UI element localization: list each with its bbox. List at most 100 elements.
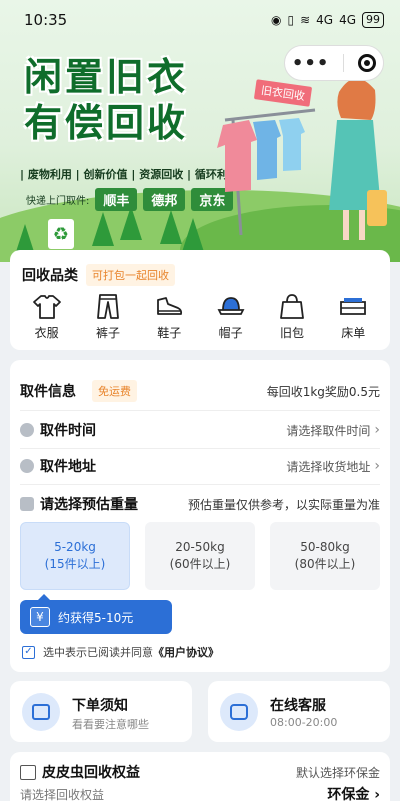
pickup-time-value: 请选择取件时间 [286,423,371,438]
benefits-value[interactable]: 环保金 › [327,784,380,801]
category-label: 旧包 [279,326,304,340]
weight-count: (80件以上) [294,557,356,571]
eye-icon: ◉ [270,13,282,27]
weight-count: (60件以上) [169,557,231,571]
wifi-icon: ≋ [300,13,311,27]
user-agreement-link[interactable]: 《用户协议》 [153,646,219,659]
gift-icon [20,764,36,780]
category-label: 衣服 [34,326,59,340]
weight-range: 50-80kg [300,540,350,554]
hero-title-line2: 有偿回收 [24,100,189,145]
scale-icon [20,497,34,511]
hero-title: 闲置旧衣 有偿回收 [24,54,188,146]
category-label: 床单 [341,326,366,340]
status-bar: 10:35 ◉ ▯ ≋ 4G 4G 99 [0,0,400,40]
agreement-text: 选中表示已阅读并同意《用户协议》 [43,644,219,660]
status-icons: ◉ ▯ ≋ 4G 4G 99 [271,12,384,28]
tree [160,210,182,244]
reward-rule: 每回收1kg奖励0.5元 [266,384,380,399]
category-list: 衣服 裤子 鞋子 帽子 旧包 床单 [10,292,390,341]
weight-header: 请选择预估重量 预估重量仅供参考，以实际重量为准 [20,494,380,514]
bed-icon [340,298,367,315]
order-notice-card[interactable]: 下单须知 看看要注意哪些 [10,681,192,742]
category-tag: 可打包一起回收 [86,264,175,286]
category-item-bags[interactable]: 旧包 [264,292,320,341]
estimate-tooltip: ¥ 约获得5-10元 [20,594,172,634]
weight-label: 请选择预估重量 [40,497,138,513]
benefits-value-text: 环保金 [327,787,370,801]
category-label: 帽子 [218,326,243,340]
courier-chip: 德邦 [143,188,186,211]
courier-row: 快递上门取件: 顺丰 德邦 京东 [26,188,234,211]
clock-icon [20,423,34,437]
divider [20,448,380,449]
tree [92,212,114,246]
category-label: 裤子 [95,326,120,340]
benefits-header: 皮皮虫回收权益 [20,762,140,782]
agreement-checkbox[interactable]: ✓ [22,645,35,659]
pickup-card: 取件信息 免运费 每回收1kg奖励0.5元 取件时间 请选择取件时间 › 取件地… [10,360,390,672]
divider [20,410,380,411]
category-item-pants[interactable]: 裤子 [80,292,136,341]
chat-icon [220,693,258,731]
category-title: 回收品类 [22,268,78,284]
signal-icon: 4G [339,13,356,27]
pickup-address-value: 请选择收货地址 [286,459,371,474]
close-target-icon[interactable] [358,54,377,72]
pickup-address-row[interactable]: 取件地址 请选择收货地址 › [20,456,380,476]
benefits-default: 默认选择环保金 [295,766,380,780]
chevron-right-icon: › [374,787,380,801]
weight-note: 预估重量仅供参考，以实际重量为准 [187,497,380,512]
more-menu-icon[interactable]: ••• [292,53,330,74]
notice-subtitle: 看看要注意哪些 [72,718,149,731]
shirt-icon [32,295,61,319]
category-item-sheets[interactable]: 床单 [325,292,381,341]
status-time: 10:35 [24,11,68,29]
service-title: 在线客服 [270,698,326,714]
pickup-header: 取件信息 免运费 每回收1kg奖励0.5元 [20,380,380,402]
signal-icon: 4G [316,13,334,27]
benefits-card[interactable]: 皮皮虫回收权益 请选择回收权益 默认选择环保金 环保金 › [10,752,390,801]
chevron-right-icon: › [374,458,380,474]
pickup-address-label: 取件地址 [40,459,96,475]
weight-options: 5-20kg (15件以上) 20-50kg (60件以上) 50-80kg (… [20,522,380,590]
weight-option-20-50[interactable]: 20-50kg (60件以上) [145,522,255,590]
calendar-icon [22,693,60,731]
free-shipping-badge: 免运费 [92,380,137,402]
tree [120,206,142,240]
category-header: 回收品类 可打包一起回收 [22,264,175,286]
category-item-shoes[interactable]: 鞋子 [141,292,197,341]
weight-count: (15件以上) [44,557,106,571]
yen-icon: ¥ [30,607,50,627]
service-hours: 08:00-20:00 [270,716,338,729]
recycle-bin-icon: ♻ [48,219,74,249]
pickup-time-row[interactable]: 取件时间 请选择取件时间 › [20,420,380,440]
battery-icon: 99 [362,12,384,28]
bag-icon [280,294,304,319]
weight-option-5-20[interactable]: 5-20kg (15件以上) [20,522,130,590]
estimate-text: 约获得5-10元 [58,610,134,625]
category-item-hats[interactable]: 帽子 [203,292,259,341]
hero-title-line1: 闲置旧衣 [24,54,189,99]
pants-icon [97,294,119,319]
agreement-prefix: 选中表示已阅读并同意 [43,646,153,659]
benefits-subtitle: 请选择回收权益 [20,788,105,801]
miniprogram-capsule[interactable]: ••• [284,45,384,81]
customer-service-card[interactable]: 在线客服 08:00-20:00 [208,681,390,742]
location-pin-icon [20,459,34,473]
capsule-divider [343,54,345,72]
courier-label: 快递上门取件: [26,196,90,207]
weight-range: 5-20kg [54,540,96,554]
category-item-clothes[interactable]: 衣服 [19,292,75,341]
tree [182,218,204,252]
weight-option-50-80[interactable]: 50-80kg (80件以上) [270,522,380,590]
divider [20,484,380,485]
benefits-title: 皮皮虫回收权益 [42,765,140,781]
category-label: 鞋子 [157,326,182,340]
pickup-title: 取件信息 [20,384,76,400]
chevron-right-icon: › [374,422,380,438]
agreement-row: ✓ 选中表示已阅读并同意《用户协议》 [22,644,219,660]
shoe-icon [157,297,183,315]
pickup-time-label: 取件时间 [40,423,96,439]
notice-title: 下单须知 [72,698,128,714]
